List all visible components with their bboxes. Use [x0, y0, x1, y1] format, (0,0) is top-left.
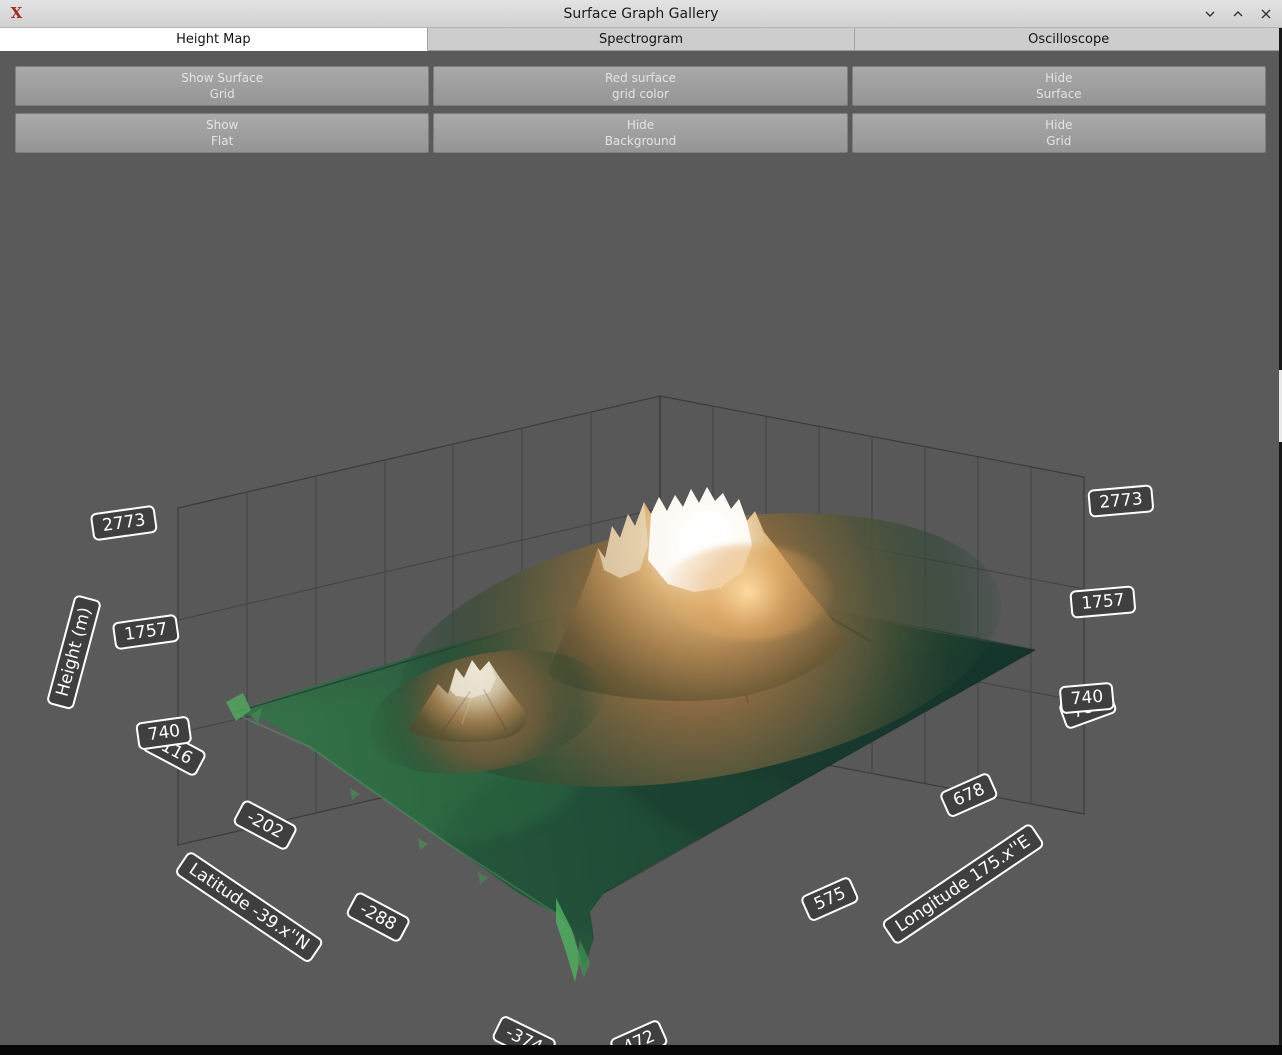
minimize-button[interactable] — [1200, 4, 1220, 24]
tab-height-map[interactable]: Height Map — [0, 28, 428, 51]
height-axis-tick-right-0: 2773 — [1087, 484, 1154, 518]
button-red-surface-grid-color[interactable]: Red surface grid color — [433, 66, 847, 106]
button-hide-background[interactable]: Hide Background — [433, 113, 847, 153]
button-label: Hide — [627, 117, 654, 133]
button-label: Red surface — [605, 70, 676, 86]
tab-bar: Height Map Spectrogram Oscilloscope — [0, 28, 1282, 51]
close-icon — [1260, 8, 1272, 20]
maximize-button[interactable] — [1228, 4, 1248, 24]
button-label: Surface — [1036, 86, 1082, 102]
chevron-up-icon — [1232, 8, 1244, 20]
button-label: Grid — [1046, 133, 1071, 149]
height-axis-tick-right-2: 740 — [1059, 682, 1116, 715]
button-label: Show Surface — [181, 70, 263, 86]
surface-3d-view[interactable] — [0, 0, 1282, 1055]
height-axis-tick-right-1: 1757 — [1069, 585, 1136, 619]
button-label: Grid — [210, 86, 235, 102]
button-label: Hide — [1045, 70, 1072, 86]
button-hide-grid[interactable]: Hide Grid — [852, 113, 1266, 153]
window-controls — [1200, 0, 1276, 28]
button-label: Background — [605, 133, 677, 149]
button-show-flat[interactable]: Show Flat — [15, 113, 429, 153]
tab-spectrogram[interactable]: Spectrogram — [428, 28, 856, 51]
bottom-edge-bar — [0, 1045, 1282, 1055]
button-label: Show — [206, 117, 238, 133]
toolbar: Show Surface Grid Red surface grid color… — [15, 66, 1266, 153]
button-show-surface-grid[interactable]: Show Surface Grid — [15, 66, 429, 106]
titlebar: X Surface Graph Gallery — [0, 0, 1282, 28]
app-icon: X — [8, 5, 25, 22]
sunlit-flank-glow — [663, 544, 833, 640]
app-window: 2773 1757 740 Height (m) 2773 1757 740 -… — [0, 0, 1282, 1055]
window-title: Surface Graph Gallery — [0, 6, 1282, 22]
chevron-down-icon — [1204, 8, 1216, 20]
button-hide-surface[interactable]: Hide Surface — [852, 66, 1266, 106]
button-label: Hide — [1045, 117, 1072, 133]
tab-oscilloscope[interactable]: Oscilloscope — [855, 28, 1282, 51]
button-label: grid color — [612, 86, 669, 102]
close-button[interactable] — [1256, 4, 1276, 24]
button-label: Flat — [211, 133, 233, 149]
